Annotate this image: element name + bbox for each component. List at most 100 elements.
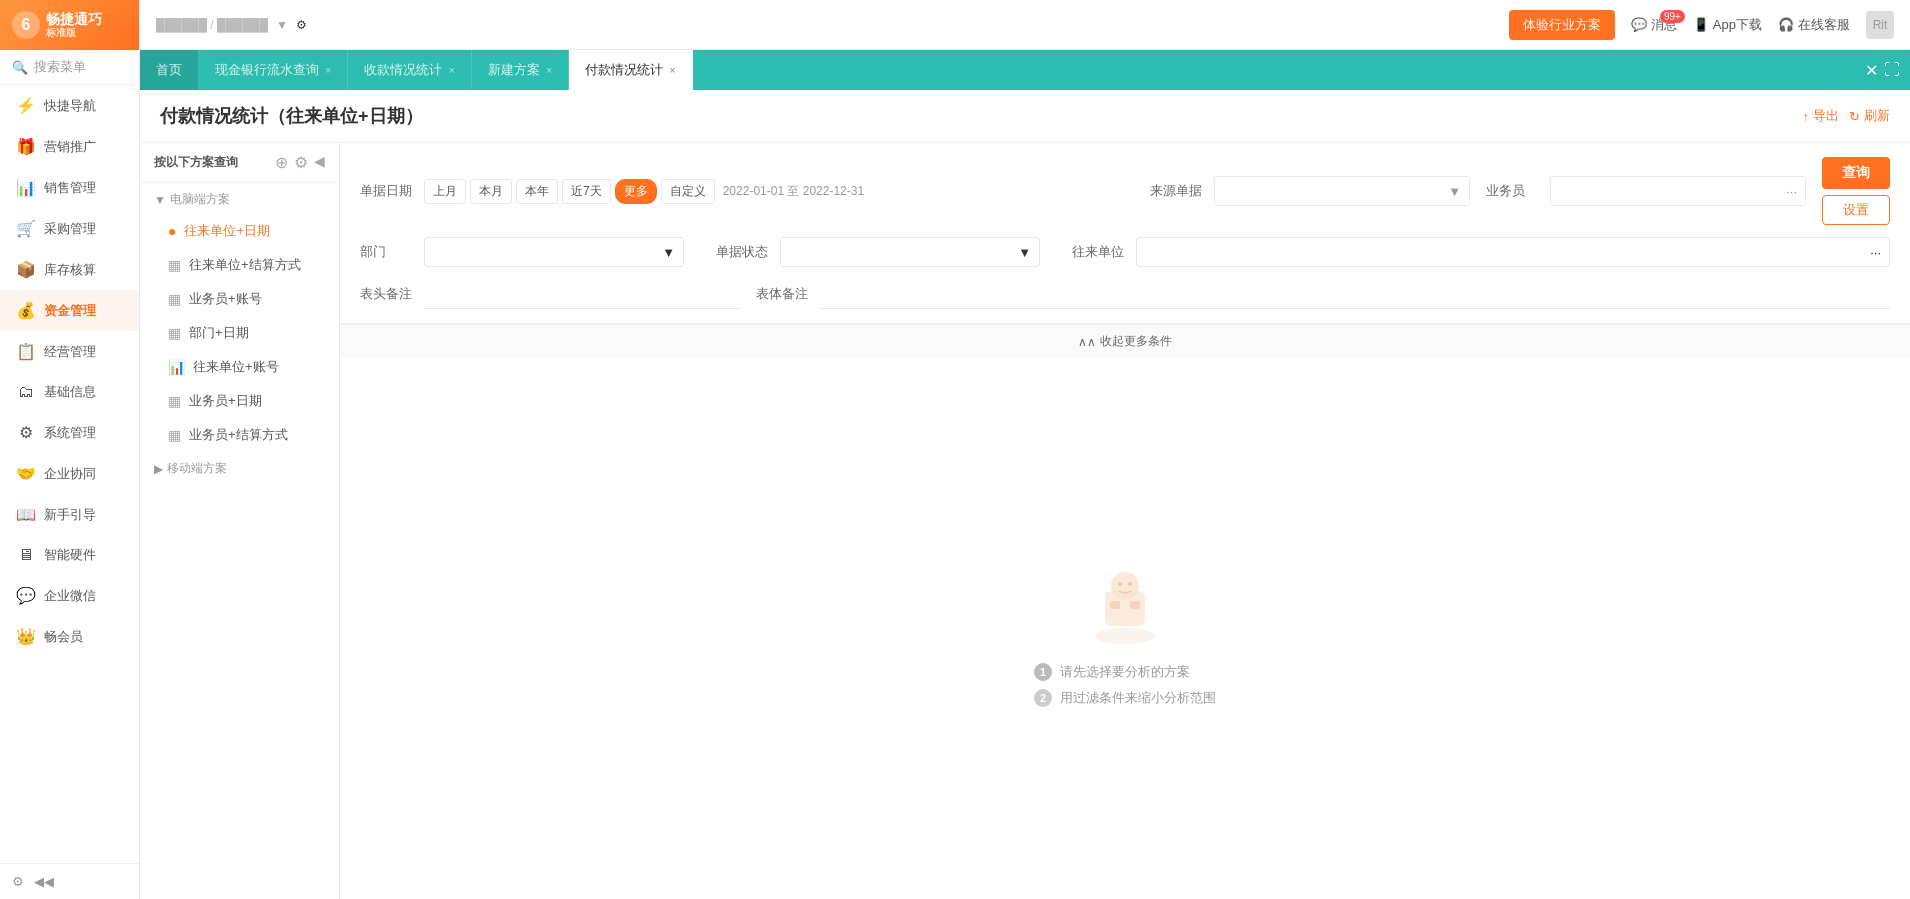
tab-home[interactable]: 首页 [140,50,199,90]
payment-tab-label: 付款情况统计 [585,61,663,79]
settings-gear-icon[interactable]: ⚙ [296,18,307,32]
settings-icon[interactable]: ⚙ [12,874,24,889]
date-btn-this-year[interactable]: 本年 [516,179,558,204]
top-header: ██████ / ██████ ▼ ⚙ 体验行业方案 💬 消息 99+ 📱 Ap… [140,0,1910,50]
dropdown-icon[interactable]: ▼ [276,18,288,32]
quick-nav-icon: ⚡ [16,96,36,115]
app-download-btn[interactable]: 📱 App下载 [1693,16,1762,34]
sidebar-item-basic[interactable]: 🗂 基础信息 [0,372,139,412]
export-icon: ↑ [1803,109,1810,124]
empty-tip-2: 2 用过滤条件来缩小分析范围 [1034,689,1216,707]
date-btn-custom[interactable]: 自定义 [661,179,715,204]
message-btn[interactable]: 💬 消息 99+ [1631,16,1677,34]
setting-button[interactable]: 设置 [1822,195,1890,225]
plan-unit-account[interactable]: 📊 往来单位+账号 [140,350,339,384]
collapse-more-btn[interactable]: ∧∧ 收起更多条件 [340,324,1910,358]
svg-point-4 [1111,572,1139,600]
source-filter-label: 来源单据 [1150,182,1206,200]
date-range-text: 2022-01-01 至 2022-12-31 [723,183,864,200]
hardware-icon: 🖥 [16,546,36,564]
trial-button[interactable]: 体验行业方案 [1509,10,1615,40]
close-window-icon[interactable]: ✕ [1865,61,1878,80]
user-avatar[interactable]: Rit [1866,11,1894,39]
staff-date-label: 业务员+日期 [189,392,262,410]
svg-point-6 [1128,582,1132,586]
date-btn-more[interactable]: 更多 [615,179,657,204]
collapse-panel-icon[interactable]: ◀ [314,153,325,172]
page-title: 付款情况统计（往来单位+日期） [160,104,423,128]
search-menu[interactable]: 🔍 搜索菜单 [0,50,139,85]
basic-icon: 🗂 [16,383,36,401]
sidebar-item-label: 营销推广 [44,138,96,156]
plan-staff-account[interactable]: ▦ 业务员+账号 [140,282,339,316]
sidebar-item-hardware[interactable]: 🖥 智能硬件 [0,535,139,575]
sidebar-item-enterprise[interactable]: 🤝 企业协同 [0,453,139,494]
tab-payment[interactable]: 付款情况统计 × [569,50,692,90]
date-btn-7days[interactable]: 近7天 [562,179,611,204]
plan-staff-settle[interactable]: ▦ 业务员+结算方式 [140,418,339,452]
logo-sub: 标准版 [46,27,102,39]
plan-staff-date[interactable]: ▦ 业务员+日期 [140,384,339,418]
filter-row-1: 单据日期 上月 本月 本年 近7天 更多 自定义 2022-01-01 至 20… [360,157,1890,225]
plan-unit-settle[interactable]: ▦ 往来单位+结算方式 [140,248,339,282]
logo-icon: 6 [12,11,40,39]
dept-select[interactable]: ▼ [424,237,684,267]
expand-window-icon[interactable]: ⛶ [1884,61,1900,79]
tab-new-plan[interactable]: 新建方案 × [472,50,569,90]
settings-plan-icon[interactable]: ⚙ [294,153,308,172]
query-button[interactable]: 查询 [1822,157,1890,189]
message-icon: 💬 [1631,17,1647,32]
sidebar-item-purchase[interactable]: 🛒 采购管理 [0,208,139,249]
collapse-label: 收起更多条件 [1100,333,1172,350]
sidebar-item-guide[interactable]: 📖 新手引导 [0,494,139,535]
sidebar-item-inventory[interactable]: 📦 库存核算 [0,249,139,290]
sidebar-footer: ⚙ ◀◀ [0,863,139,899]
date-btn-this-month[interactable]: 本月 [470,179,512,204]
collapse-icon[interactable]: ◀◀ [34,874,54,889]
receipt-tab-close[interactable]: × [448,64,454,76]
unit-account-label: 往来单位+账号 [193,358,279,376]
plan-dept-date[interactable]: ▦ 部门+日期 [140,316,339,350]
source-select[interactable]: ▼ [1214,176,1470,206]
sidebar-item-quick-nav[interactable]: ⚡ 快捷导航 [0,85,139,126]
staff-select[interactable]: ··· [1550,176,1806,206]
source-dropdown-icon: ▼ [1448,184,1461,199]
address-bar: ██████ / ██████ ▼ ⚙ [156,18,1497,32]
bank-tab-close[interactable]: × [325,64,331,76]
partner-select[interactable]: ··· [1136,237,1890,267]
sidebar-item-finance[interactable]: 💰 资金管理 [0,290,139,331]
new-plan-tab-close[interactable]: × [546,64,552,76]
sidebar-logo: 6 畅捷通巧 标准版 [0,0,139,50]
desktop-section[interactable]: ▼ 电脑端方案 [140,183,339,214]
sidebar-item-sales[interactable]: 📊 销售管理 [0,167,139,208]
purchase-icon: 🛒 [16,219,36,238]
tab-receipt[interactable]: 收款情况统计 × [348,50,471,90]
sidebar-item-system[interactable]: ⚙ 系统管理 [0,412,139,453]
export-button[interactable]: ↑ 导出 [1803,107,1840,125]
service-btn[interactable]: 🎧 在线客服 [1778,16,1850,34]
sidebar-item-wechat[interactable]: 💬 企业微信 [0,575,139,616]
plan-unit-date[interactable]: ● 往来单位+日期 [140,214,339,248]
service-icon: 🎧 [1778,17,1794,32]
tab-bank[interactable]: 现金银行流水查询 × [199,50,348,90]
guide-icon: 📖 [16,505,36,524]
sidebar-item-marketing[interactable]: 🎁 营销推广 [0,126,139,167]
doc-status-select[interactable]: ▼ [780,237,1040,267]
doc-status-dropdown-icon: ▼ [1018,245,1031,260]
filter-row-3: 表头备注 表体备注 [360,279,1890,309]
sidebar-item-operations[interactable]: 📋 经营管理 [0,331,139,372]
unit-date-label: 往来单位+日期 [184,222,270,240]
mobile-section[interactable]: ▶ 移动端方案 [140,452,339,483]
sidebar-item-member[interactable]: 👑 畅会员 [0,616,139,657]
refresh-button[interactable]: ↻ 刷新 [1849,107,1890,125]
head-note-input[interactable] [424,279,740,309]
sidebar-item-label: 畅会员 [44,628,83,646]
body-note-label: 表体备注 [756,285,812,303]
marketing-icon: 🎁 [16,137,36,156]
receipt-tab-label: 收款情况统计 [364,61,442,79]
add-plan-icon[interactable]: ⊕ [275,153,288,172]
body-note-input[interactable] [820,279,1890,309]
payment-tab-close[interactable]: × [669,64,675,76]
sales-icon: 📊 [16,178,36,197]
date-btn-last-month[interactable]: 上月 [424,179,466,204]
